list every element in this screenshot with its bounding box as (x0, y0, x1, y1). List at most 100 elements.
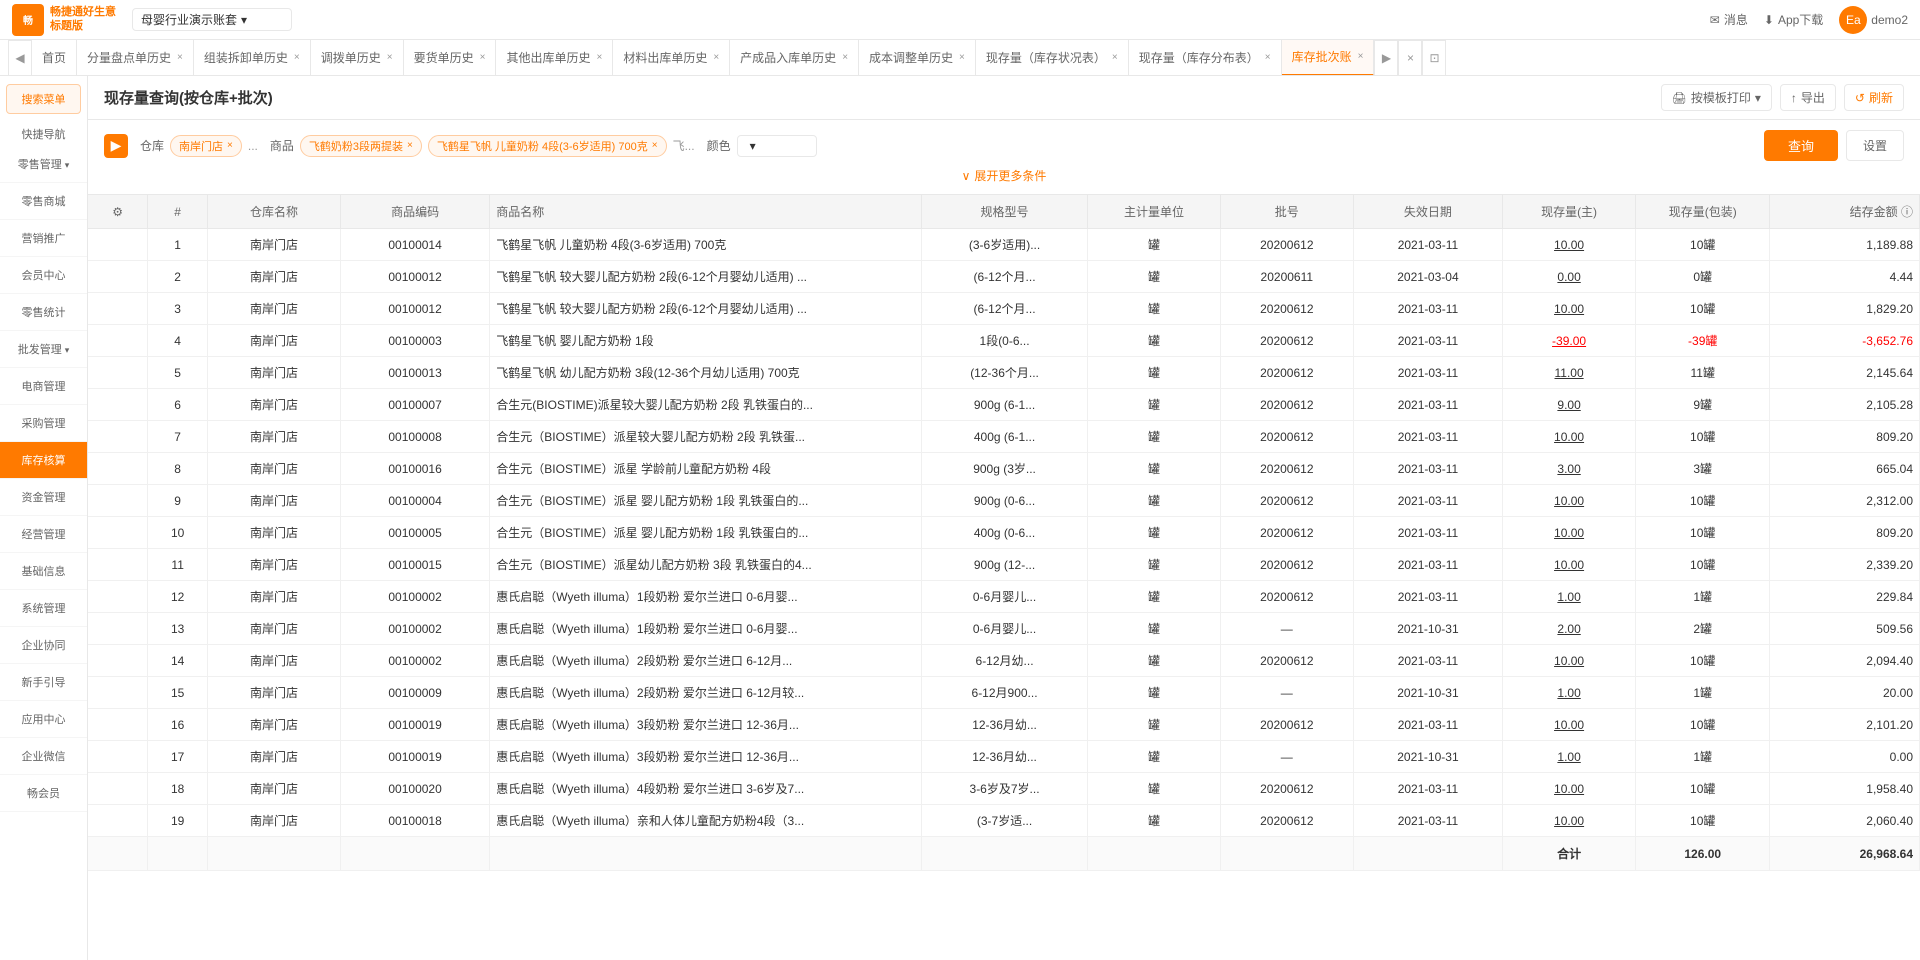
table-row: 17南岸门店00100019惠氏启聪（Wyeth illuma）3段奶粉 爱尔兰… (88, 741, 1920, 773)
remove-product-tag-1[interactable]: × (407, 140, 413, 151)
sidebar-item-retail-mall[interactable]: 零售商城 (0, 183, 87, 220)
col-header-warehouse: 仓库名称 (208, 195, 341, 229)
table-row: 8南岸门店00100016合生元（BIOSTIME）派星 学龄前儿童配方奶粉 4… (88, 453, 1920, 485)
tab-home[interactable]: 首页 (32, 40, 77, 76)
sidebar-item-wholesale[interactable]: 批发管理 ▾ (0, 331, 87, 368)
filter-row: ▶ 仓库 南岸门店 × ... 商品 飞鹤奶粉3段两提装 × (104, 130, 1904, 161)
col-header-spec: 规格型号 (922, 195, 1088, 229)
nav-arrow-left[interactable]: ◀ (8, 40, 32, 76)
sidebar-item-app-center[interactable]: 应用中心 (0, 701, 87, 738)
expand-icon: ∨ (962, 169, 971, 183)
tab-qitachukulss[interactable]: 其他出库单历史 × (496, 40, 613, 76)
table-row: 1南岸门店00100014飞鹤星飞帆 儿童奶粉 4段(3-6岁适用) 700克(… (88, 229, 1920, 261)
sidebar-item-retail-manage[interactable]: 零售管理 ▾ (0, 146, 87, 183)
sidebar-item-system[interactable]: 系统管理 (0, 590, 87, 627)
table-row: 10南岸门店00100005合生元（BIOSTIME）派星 婴儿配方奶粉 1段 … (88, 517, 1920, 549)
tab-yaohuodanls[interactable]: 要货单历史 × (404, 40, 497, 76)
settings-btn[interactable]: 设置 (1846, 130, 1904, 161)
user-avatar[interactable]: Ea demo2 (1839, 6, 1908, 34)
sidebar-item-finance[interactable]: 资金管理 (0, 479, 87, 516)
tab-xiancunzhuangtable[interactable]: 现存量（库存状况表） × (976, 40, 1129, 76)
sidebar-item-purchase[interactable]: 采购管理 (0, 405, 87, 442)
tab-chancellorchanpinruku[interactable]: 产成品入库单历史 × (730, 40, 859, 76)
product-dots[interactable]: 飞... (673, 137, 695, 154)
col-header-code: 商品编码 (340, 195, 489, 229)
sidebar-item-wechat-work[interactable]: 企业微信 (0, 738, 87, 775)
table-row: 5南岸门店00100013飞鹤星飞帆 幼儿配方奶粉 3段(12-36个月幼儿适用… (88, 357, 1920, 389)
sidebar-item-marketing[interactable]: 营销推广 (0, 220, 87, 257)
export-icon: ↑ (1791, 91, 1797, 105)
tab-diaobodanls[interactable]: 调拨单历史 × (311, 40, 404, 76)
remove-warehouse-tag[interactable]: × (227, 140, 233, 151)
footer-total-balance: 26,968.64 (1770, 837, 1920, 871)
sidebar-item-inventory[interactable]: 库存核算 (0, 442, 87, 479)
table-row: 4南岸门店00100003飞鹤星飞帆 婴儿配方奶粉 1段1段(0-6...罐20… (88, 325, 1920, 357)
main-layout: 搜索菜单 快捷导航 零售管理 ▾ 零售商城 营销推广 会员中心 零售统计 批发管… (0, 76, 1920, 960)
template-print-btn[interactable]: 🖨 按模板打印 ▾ (1661, 84, 1772, 111)
table-row: 18南岸门店00100020惠氏启聪（Wyeth illuma）4段奶粉 爱尔兰… (88, 773, 1920, 805)
table-row: 13南岸门店00100002惠氏启聪（Wyeth illuma）1段奶粉 爱尔兰… (88, 613, 1920, 645)
col-header-unit: 主计量单位 (1088, 195, 1221, 229)
table-row: 16南岸门店00100019惠氏启聪（Wyeth illuma）3段奶粉 爱尔兰… (88, 709, 1920, 741)
tab-zuzhangchaijian[interactable]: 组装拆卸单历史 × (194, 40, 311, 76)
nav-arrow-right[interactable]: ▶ (1374, 40, 1398, 76)
table-row: 11南岸门店00100015合生元（BIOSTIME）派星幼儿配方奶粉 3段 乳… (88, 549, 1920, 581)
sidebar-item-changhui-member[interactable]: 畅会员 (0, 775, 87, 812)
sidebar-item-guide[interactable]: 新手引导 (0, 664, 87, 701)
col-header-index: # (148, 195, 208, 229)
warehouse-dots[interactable]: ... (248, 139, 258, 153)
industry-selector[interactable]: 母婴行业演示账套 ▾ (132, 8, 292, 31)
tab-xiancunfenbutable[interactable]: 现存量（库存分布表） × (1129, 40, 1282, 76)
table-row: 14南岸门店00100002惠氏启聪（Wyeth illuma）2段奶粉 爱尔兰… (88, 645, 1920, 677)
tab-kucunpicizh[interactable]: 库存批次账 × (1282, 40, 1375, 76)
download-icon: ⬇ (1764, 13, 1774, 27)
sidebar-item-operations[interactable]: 经营管理 (0, 516, 87, 553)
warehouse-tag-1[interactable]: 南岸门店 × (170, 135, 242, 157)
export-btn[interactable]: ↑ 导出 (1780, 84, 1836, 111)
table-row: 15南岸门店00100009惠氏启聪（Wyeth illuma）2段奶粉 爱尔兰… (88, 677, 1920, 709)
search-btn[interactable]: 查询 (1764, 130, 1838, 161)
sidebar-item-enterprise[interactable]: 企业协同 (0, 627, 87, 664)
top-bar: 畅 畅捷通好生意 标题版 母婴行业演示账套 ▾ ✉ 消息 ⬇ App下载 Ea … (0, 0, 1920, 40)
filter-expand-btn[interactable]: ▶ (104, 134, 128, 158)
table-row: 12南岸门店00100002惠氏启聪（Wyeth illuma）1段奶粉 爱尔兰… (88, 581, 1920, 613)
product-tag-2[interactable]: 飞鹤星飞帆 儿童奶粉 4段(3-6岁适用) 700克 × (428, 135, 667, 157)
quick-nav-btn[interactable]: 快捷导航 (0, 122, 87, 146)
nav-arrow-expand[interactable]: ⊡ (1422, 40, 1446, 76)
logo: 畅 畅捷通好生意 标题版 (12, 4, 116, 36)
sidebar-item-basic-info[interactable]: 基础信息 (0, 553, 87, 590)
refresh-icon: ↺ (1855, 91, 1865, 105)
sidebar-item-ecommerce[interactable]: 电商管理 (0, 368, 87, 405)
sidebar-item-member-center[interactable]: 会员中心 (0, 257, 87, 294)
logo-text: 畅捷通好生意 标题版 (50, 6, 116, 32)
tab-cailiaochukulss[interactable]: 材料出库单历史 × (613, 40, 730, 76)
app-download-btn[interactable]: ⬇ App下载 (1764, 11, 1823, 28)
col-header-settings[interactable]: ⚙ (88, 195, 148, 229)
col-header-batch: 批号 (1220, 195, 1353, 229)
warehouse-label: 仓库 (140, 137, 164, 154)
remove-product-tag-2[interactable]: × (652, 140, 658, 151)
sidebar: 搜索菜单 快捷导航 零售管理 ▾ 零售商城 营销推广 会员中心 零售统计 批发管… (0, 76, 88, 960)
search-menu-btn[interactable]: 搜索菜单 (6, 84, 81, 114)
tab-fenliangpandian[interactable]: 分量盘点单历史 × (77, 40, 194, 76)
sidebar-item-retail-stats[interactable]: 零售统计 (0, 294, 87, 331)
tab-chengbenls[interactable]: 成本调整单历史 × (859, 40, 976, 76)
product-tag-1[interactable]: 飞鹤奶粉3段两提装 × (300, 135, 422, 157)
product-label: 商品 (270, 137, 294, 154)
main-content: 现存量查询(按仓库+批次) 🖨 按模板打印 ▾ ↑ 导出 ↺ 刷新 (88, 76, 1920, 960)
table-row: 6南岸门店00100007合生元(BIOSTIME)派星较大婴儿配方奶粉 2段 … (88, 389, 1920, 421)
product-filter: 商品 飞鹤奶粉3段两提装 × 飞鹤星飞帆 儿童奶粉 4段(3-6岁适用) 700… (270, 135, 695, 157)
nav-tabs: ◀ 首页 分量盘点单历史 × 组装拆卸单历史 × 调拨单历史 × 要货单历史 ×… (0, 40, 1920, 76)
color-dropdown[interactable]: ▾ (737, 135, 817, 157)
message-btn[interactable]: ✉ 消息 (1710, 11, 1748, 28)
col-header-expire: 失效日期 (1353, 195, 1502, 229)
inventory-table: ⚙ # 仓库名称 商品编码 商品名称 规格型号 主计量单位 批号 失效日期 现存… (88, 195, 1920, 871)
nav-arrow-close[interactable]: × (1398, 40, 1422, 76)
top-right-actions: ✉ 消息 ⬇ App下载 Ea demo2 (1710, 6, 1908, 34)
logo-icon: 畅 (12, 4, 44, 36)
table-footer-row: 合计126.0026,968.64 (88, 837, 1920, 871)
expand-more-conditions[interactable]: ∨ 展开更多条件 (104, 167, 1904, 184)
refresh-btn[interactable]: ↺ 刷新 (1844, 84, 1904, 111)
warehouse-filter: 仓库 南岸门店 × ... (140, 135, 258, 157)
table-header-row: ⚙ # 仓库名称 商品编码 商品名称 规格型号 主计量单位 批号 失效日期 现存… (88, 195, 1920, 229)
